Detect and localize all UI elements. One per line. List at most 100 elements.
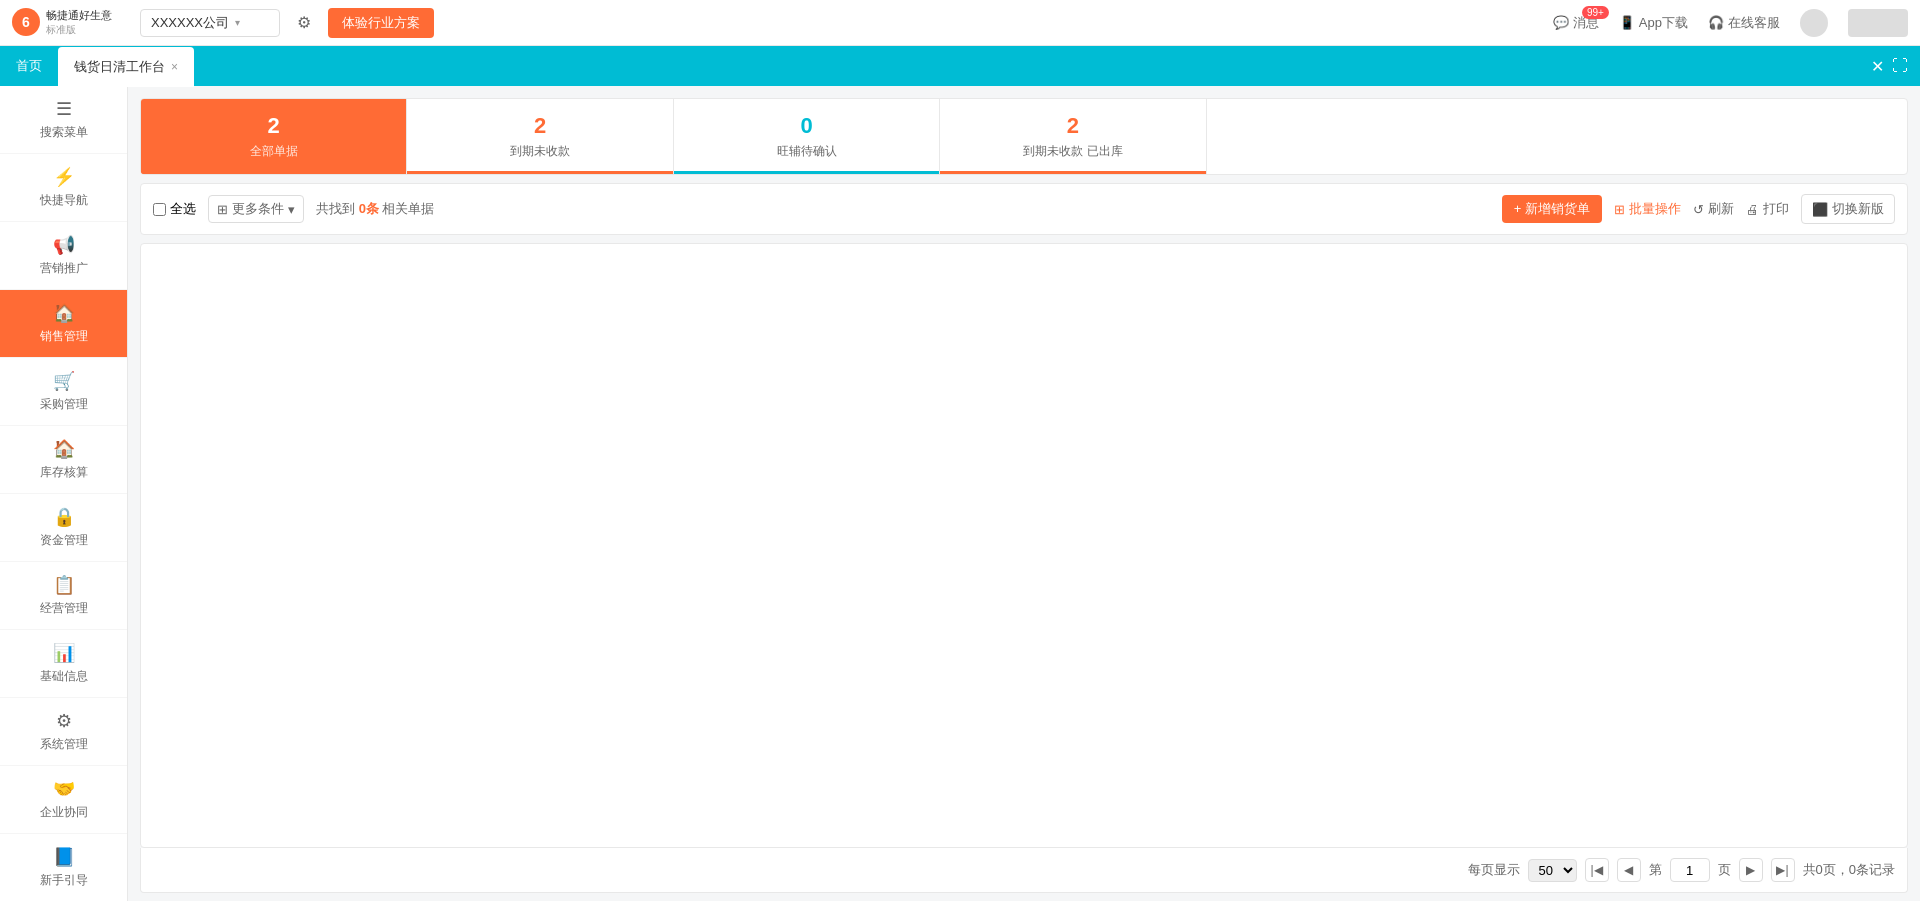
sidebar-item-enterprise[interactable]: 🤝 企业协同 bbox=[0, 766, 127, 834]
sidebar-label-sales: 销售管理 bbox=[40, 328, 88, 345]
sidebar-item-search-menu[interactable]: ☰ 搜索菜单 bbox=[0, 86, 127, 154]
sidebar-label-enterprise: 企业协同 bbox=[40, 804, 88, 821]
sidebar: ☰ 搜索菜单 ⚡ 快捷导航 📢 营销推广 🏠 销售管理 🛒 采购管理 🏠 库存核… bbox=[0, 86, 128, 901]
select-all-checkbox[interactable]: 全选 bbox=[153, 200, 196, 218]
per-page-select[interactable]: 50 bbox=[1528, 859, 1577, 882]
stats-spacer bbox=[1207, 99, 1907, 174]
page-input[interactable] bbox=[1670, 858, 1710, 882]
switch-version-button[interactable]: ⬛ 切换新版 bbox=[1801, 194, 1895, 224]
stat-card-all[interactable]: 2 全部单据 bbox=[141, 99, 407, 174]
found-suffix: 相关单据 bbox=[382, 201, 434, 216]
stat-underline-pending bbox=[674, 171, 939, 174]
main-content: 2 全部单据 2 到期未收款 0 旺辅待确认 2 到期未收款 已出库 bbox=[128, 86, 1920, 901]
marketing-icon: 📢 bbox=[53, 234, 75, 256]
found-prefix: 共找到 bbox=[316, 201, 355, 216]
sidebar-item-quick-nav[interactable]: ⚡ 快捷导航 bbox=[0, 154, 127, 222]
search-menu-icon: ☰ bbox=[56, 98, 72, 120]
prev-page-button[interactable]: ◀ bbox=[1617, 858, 1641, 882]
tab-home-label: 首页 bbox=[16, 57, 42, 75]
trial-button[interactable]: 体验行业方案 bbox=[328, 8, 434, 38]
close-tab-icon[interactable]: × bbox=[171, 60, 178, 74]
next-page-button[interactable]: ▶ bbox=[1739, 858, 1763, 882]
enterprise-icon: 🤝 bbox=[53, 778, 75, 800]
refresh-button[interactable]: ↺ 刷新 bbox=[1693, 200, 1734, 218]
layout: ☰ 搜索菜单 ⚡ 快捷导航 📢 营销推广 🏠 销售管理 🛒 采购管理 🏠 库存核… bbox=[0, 86, 1920, 901]
user-name-area bbox=[1848, 9, 1908, 37]
maximize-window-button[interactable]: ⛶ bbox=[1892, 57, 1908, 75]
system-icon: ⚙ bbox=[56, 710, 72, 732]
sidebar-item-basic-info[interactable]: 📊 基础信息 bbox=[0, 630, 127, 698]
switch-label: 切换新版 bbox=[1832, 200, 1884, 218]
table-area bbox=[140, 243, 1908, 848]
stats-row: 2 全部单据 2 到期未收款 0 旺辅待确认 2 到期未收款 已出库 bbox=[140, 98, 1908, 175]
stat-label-out: 到期未收款 已出库 bbox=[956, 143, 1189, 160]
stat-label-pending: 旺辅待确认 bbox=[690, 143, 923, 160]
logo-text-block: 畅捷通好生意 标准版 bbox=[46, 8, 112, 36]
sidebar-item-purchase[interactable]: 🛒 采购管理 bbox=[0, 358, 127, 426]
print-button[interactable]: 🖨 打印 bbox=[1746, 200, 1789, 218]
refresh-label: 刷新 bbox=[1708, 200, 1734, 218]
select-all-input[interactable] bbox=[153, 203, 166, 216]
stat-card-out[interactable]: 2 到期未收款 已出库 bbox=[940, 99, 1206, 174]
stat-number-overdue: 2 bbox=[423, 113, 656, 139]
logo-area: 6 畅捷通好生意 标准版 bbox=[12, 8, 140, 36]
pagination-summary: 共0页，0条记录 bbox=[1803, 861, 1895, 879]
refresh-icon: ↺ bbox=[1693, 202, 1704, 217]
stat-label-overdue: 到期未收款 bbox=[423, 143, 656, 160]
more-filters-button[interactable]: ⊞ 更多条件 ▾ bbox=[208, 195, 304, 223]
sidebar-item-sales[interactable]: 🏠 销售管理 bbox=[0, 290, 127, 358]
messages-button[interactable]: 💬 消息 99+ bbox=[1553, 14, 1599, 32]
company-name: XXXXXX公司 bbox=[151, 14, 229, 32]
stat-number-out: 2 bbox=[956, 113, 1189, 139]
company-selector[interactable]: XXXXXX公司 ▾ bbox=[140, 9, 280, 37]
new-sales-order-button[interactable]: + 新增销货单 bbox=[1502, 195, 1602, 223]
logo-text: 畅捷通好生意 bbox=[46, 8, 112, 22]
stat-underline-out bbox=[940, 171, 1205, 174]
inventory-icon: 🏠 bbox=[53, 438, 75, 460]
online-service-button[interactable]: 🎧 在线客服 bbox=[1708, 14, 1780, 32]
app-download-button[interactable]: 📱 App下载 bbox=[1619, 14, 1688, 32]
purchase-icon: 🛒 bbox=[53, 370, 75, 392]
sidebar-item-inventory[interactable]: 🏠 库存核算 bbox=[0, 426, 127, 494]
sidebar-item-operations[interactable]: 📋 经营管理 bbox=[0, 562, 127, 630]
nav-tabs: 首页 钱货日清工作台 × ✕ ⛶ bbox=[0, 46, 1920, 86]
stat-underline-all bbox=[141, 171, 406, 174]
sidebar-label-guide: 新手引导 bbox=[40, 872, 88, 889]
tab-workbench[interactable]: 钱货日清工作台 × bbox=[58, 47, 194, 87]
sidebar-item-marketing[interactable]: 📢 营销推广 bbox=[0, 222, 127, 290]
per-page-label: 每页显示 bbox=[1468, 861, 1520, 879]
avatar[interactable] bbox=[1800, 9, 1828, 37]
gear-icon: ⚙ bbox=[297, 13, 311, 32]
sidebar-label-system: 系统管理 bbox=[40, 736, 88, 753]
guide-icon: 📘 bbox=[53, 846, 75, 868]
settings-button[interactable]: ⚙ bbox=[288, 7, 320, 39]
batch-ops-button[interactable]: ⊞ 批量操作 bbox=[1614, 200, 1681, 218]
sidebar-item-guide[interactable]: 📘 新手引导 bbox=[0, 834, 127, 901]
stat-label-all: 全部单据 bbox=[157, 143, 390, 160]
last-page-button[interactable]: ▶| bbox=[1771, 858, 1795, 882]
sidebar-item-finance[interactable]: 🔒 资金管理 bbox=[0, 494, 127, 562]
sidebar-item-system[interactable]: ⚙ 系统管理 bbox=[0, 698, 127, 766]
header-right: 💬 消息 99+ 📱 App下载 🎧 在线客服 bbox=[1553, 9, 1908, 37]
sidebar-label-operations: 经营管理 bbox=[40, 600, 88, 617]
chevron-down-icon: ▾ bbox=[235, 17, 240, 28]
sidebar-label-search-menu: 搜索菜单 bbox=[40, 124, 88, 141]
message-icon: 💬 bbox=[1553, 15, 1569, 30]
download-icon: 📱 bbox=[1619, 15, 1635, 30]
toolbar-right: + 新增销货单 ⊞ 批量操作 ↺ 刷新 🖨 打印 ⬛ 切换新版 bbox=[1502, 194, 1895, 224]
batch-ops-label: 批量操作 bbox=[1629, 200, 1681, 218]
tab-home[interactable]: 首页 bbox=[0, 46, 58, 86]
print-icon: 🖨 bbox=[1746, 202, 1759, 217]
chevron-down-icon: ▾ bbox=[288, 202, 295, 217]
first-page-button[interactable]: |◀ bbox=[1585, 858, 1609, 882]
operations-icon: 📋 bbox=[53, 574, 75, 596]
sidebar-label-inventory: 库存核算 bbox=[40, 464, 88, 481]
nav-tab-actions: ✕ ⛶ bbox=[1871, 57, 1920, 76]
toolbar: 全选 ⊞ 更多条件 ▾ 共找到 0条 相关单据 + 新增销货单 ⊞ 批量操作 ↺ bbox=[140, 183, 1908, 235]
print-label: 打印 bbox=[1763, 200, 1789, 218]
switch-icon: ⬛ bbox=[1812, 202, 1828, 217]
stat-card-pending[interactable]: 0 旺辅待确认 bbox=[674, 99, 940, 174]
close-window-button[interactable]: ✕ bbox=[1871, 57, 1884, 76]
stat-card-overdue[interactable]: 2 到期未收款 bbox=[407, 99, 673, 174]
top-header: 6 畅捷通好生意 标准版 XXXXXX公司 ▾ ⚙ 体验行业方案 💬 消息 99… bbox=[0, 0, 1920, 46]
